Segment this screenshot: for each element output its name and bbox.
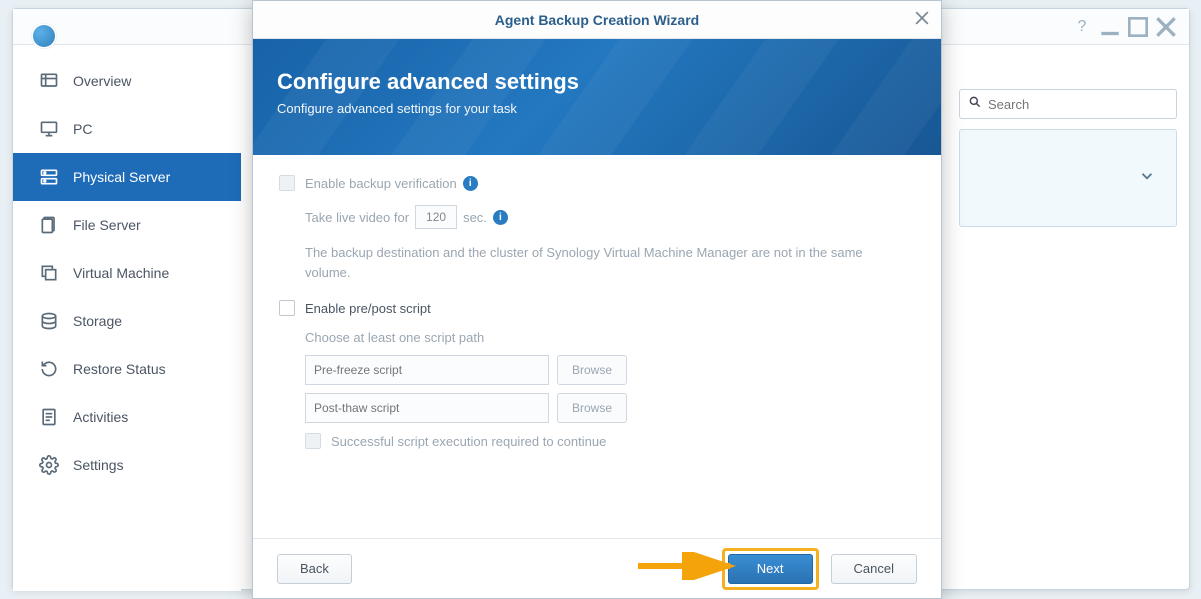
- sidebar-item-settings[interactable]: Settings: [13, 441, 241, 489]
- browse-post-thaw-button: Browse: [557, 393, 627, 423]
- modal-titlebar: Agent Backup Creation Wizard: [253, 1, 941, 39]
- activities-icon: [39, 407, 59, 427]
- sidebar-item-label: Restore Status: [73, 361, 166, 377]
- physical-server-icon: [39, 167, 59, 187]
- enable-verification-checkbox: [279, 175, 295, 191]
- restore-status-icon: [39, 359, 59, 379]
- sidebar-item-restore-status[interactable]: Restore Status: [13, 345, 241, 393]
- back-button[interactable]: Back: [277, 554, 352, 584]
- next-button[interactable]: Next: [728, 554, 813, 584]
- sidebar-item-label: Physical Server: [73, 169, 170, 185]
- post-thaw-input: [305, 393, 549, 423]
- minimize-button[interactable]: [1097, 17, 1123, 37]
- modal-header-subtitle: Configure advanced settings for your tas…: [277, 101, 917, 116]
- storage-icon: [39, 311, 59, 331]
- overview-icon: [39, 71, 59, 91]
- choose-script-label: Choose at least one script path: [305, 330, 915, 345]
- modal-footer: Back Next Cancel: [253, 538, 941, 598]
- successful-script-row: Successful script execution required to …: [305, 433, 915, 449]
- sidebar-item-label: Storage: [73, 313, 122, 329]
- destination-note: The backup destination and the cluster o…: [305, 243, 905, 282]
- gear-icon: [39, 455, 59, 475]
- take-live-video-prefix: Take live video for: [305, 210, 409, 225]
- search-box[interactable]: [959, 89, 1177, 119]
- sidebar-item-virtual-machine[interactable]: Virtual Machine: [13, 249, 241, 297]
- chevron-down-icon: [1138, 167, 1156, 190]
- right-panel: [959, 89, 1177, 227]
- sidebar-item-pc[interactable]: PC: [13, 105, 241, 153]
- sidebar-item-label: Settings: [73, 457, 124, 473]
- sidebar-item-label: File Server: [73, 217, 141, 233]
- enable-script-label: Enable pre/post script: [305, 301, 431, 316]
- cancel-button[interactable]: Cancel: [831, 554, 917, 584]
- enable-verification-row: Enable backup verification i: [279, 175, 915, 191]
- search-input[interactable]: [988, 97, 1168, 112]
- pre-freeze-input: [305, 355, 549, 385]
- pc-icon: [39, 119, 59, 139]
- pre-freeze-row: Browse: [305, 355, 915, 385]
- expand-card[interactable]: [959, 129, 1177, 227]
- help-button[interactable]: ?: [1069, 17, 1095, 37]
- post-thaw-row: Browse: [305, 393, 915, 423]
- sidebar-item-label: Overview: [73, 73, 131, 89]
- successful-script-label: Successful script execution required to …: [331, 434, 606, 449]
- search-icon: [968, 95, 982, 114]
- sidebar-item-overview[interactable]: Overview: [13, 57, 241, 105]
- take-live-video-row: Take live video for sec. i: [305, 205, 915, 229]
- maximize-button[interactable]: [1125, 17, 1151, 37]
- enable-verification-label: Enable backup verification: [305, 176, 457, 191]
- app-logo-icon: [31, 23, 57, 49]
- info-icon[interactable]: i: [493, 210, 508, 225]
- successful-script-checkbox: [305, 433, 321, 449]
- sidebar-item-label: Virtual Machine: [73, 265, 169, 281]
- take-live-video-suffix: sec.: [463, 210, 487, 225]
- modal-header: Configure advanced settings Configure ad…: [253, 39, 941, 155]
- sidebar-item-storage[interactable]: Storage: [13, 297, 241, 345]
- wizard-modal: Agent Backup Creation Wizard Configure a…: [252, 0, 942, 599]
- live-video-seconds-input: [415, 205, 457, 229]
- modal-header-title: Configure advanced settings: [277, 69, 917, 95]
- enable-script-row: Enable pre/post script: [279, 300, 915, 316]
- file-server-icon: [39, 215, 59, 235]
- sidebar-item-activities[interactable]: Activities: [13, 393, 241, 441]
- sidebar-item-physical-server[interactable]: Physical Server: [13, 153, 241, 201]
- browse-pre-freeze-button: Browse: [557, 355, 627, 385]
- modal-title: Agent Backup Creation Wizard: [495, 12, 699, 28]
- close-icon[interactable]: [915, 11, 929, 28]
- sidebar-item-label: PC: [73, 121, 92, 137]
- sidebar: Overview PC Physical Server File Server …: [13, 57, 241, 591]
- modal-body: Enable backup verification i Take live v…: [253, 155, 941, 483]
- sidebar-item-file-server[interactable]: File Server: [13, 201, 241, 249]
- enable-script-checkbox[interactable]: [279, 300, 295, 316]
- close-window-button[interactable]: [1153, 17, 1179, 37]
- next-highlight: Next: [722, 548, 819, 590]
- info-icon[interactable]: i: [463, 176, 478, 191]
- sidebar-item-label: Activities: [73, 409, 128, 425]
- virtual-machine-icon: [39, 263, 59, 283]
